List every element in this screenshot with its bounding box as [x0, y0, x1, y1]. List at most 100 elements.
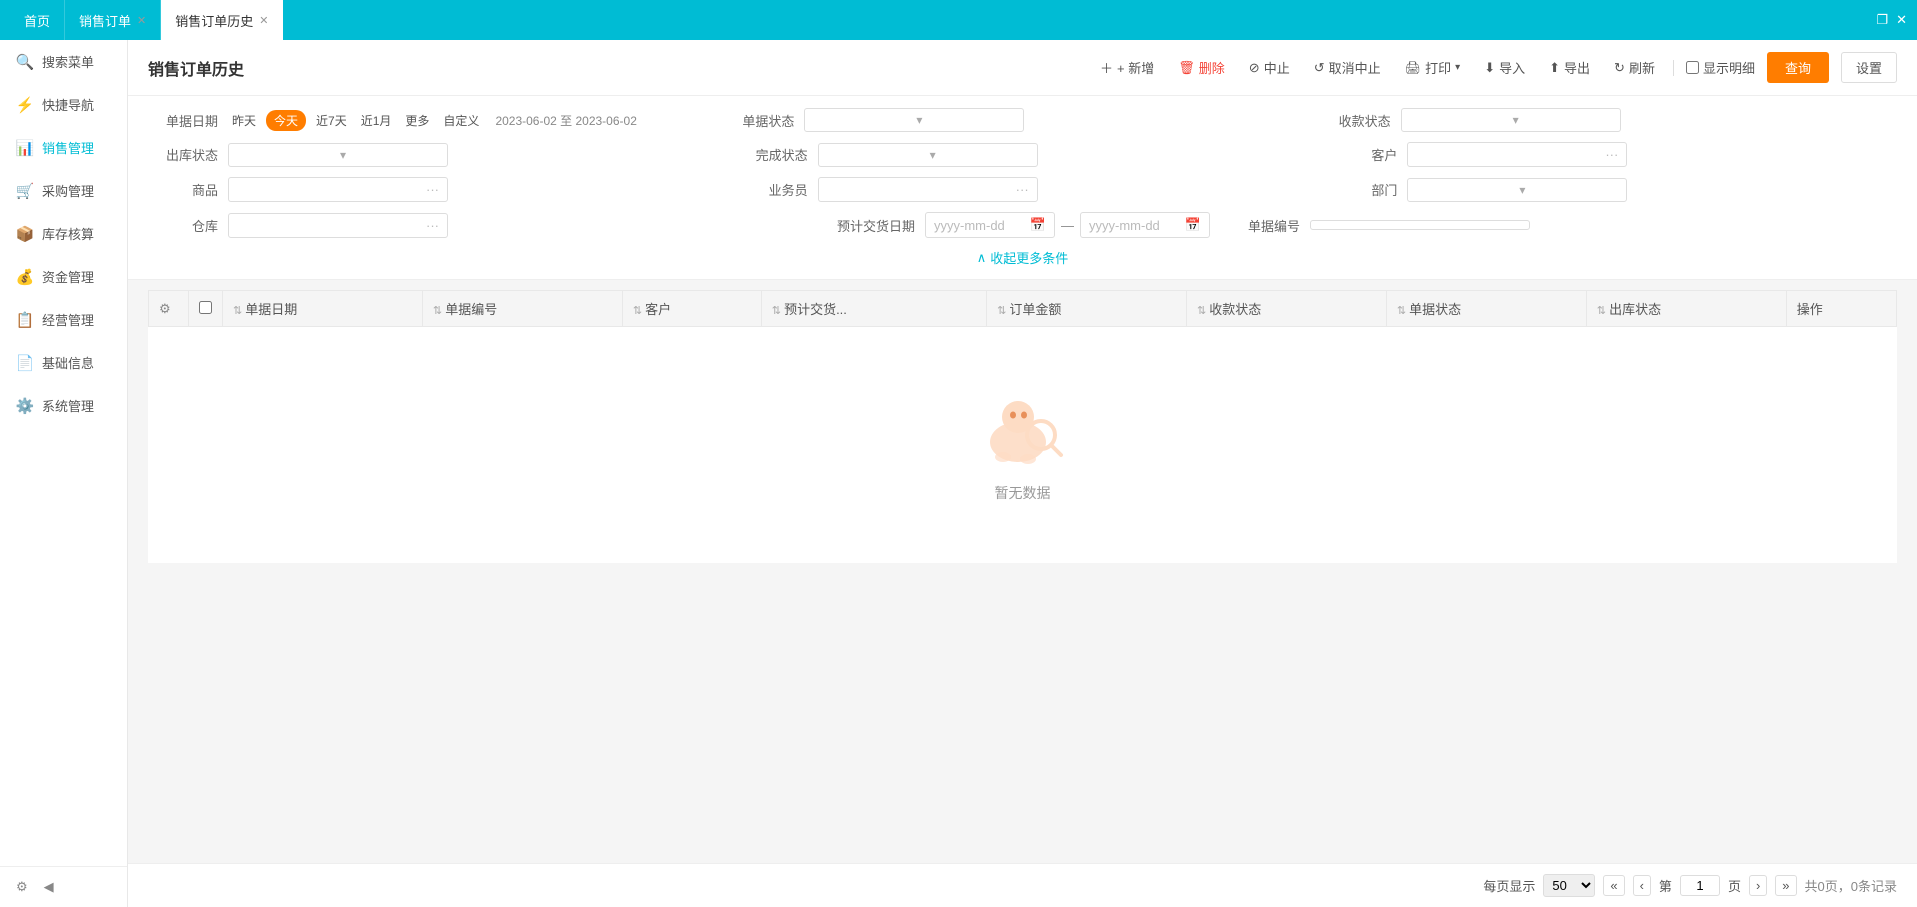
product-select[interactable]: ···: [228, 177, 448, 202]
customer-select[interactable]: ···: [1407, 142, 1627, 167]
sidebar-item-system[interactable]: ⚙️ 系统管理: [0, 384, 127, 427]
bill-number-label: 单据编号: [1230, 216, 1310, 235]
th-bill-date[interactable]: 单据日期: [223, 291, 423, 327]
data-table: ⚙ 单据日期 单据编号 客户: [148, 290, 1897, 563]
sidebar-item-operations[interactable]: 📋 经营管理: [0, 298, 127, 341]
page-unit: 页: [1728, 876, 1741, 895]
prev-page-button[interactable]: ‹: [1633, 875, 1651, 896]
purchase-icon: 🛒: [16, 182, 34, 200]
close-sales-order-tab[interactable]: ✕: [137, 14, 146, 27]
close-sales-order-history-tab[interactable]: ✕: [259, 14, 268, 27]
page-label: 第: [1659, 876, 1672, 895]
top-bar-right: ❐ ✕: [1876, 12, 1907, 28]
last-page-button[interactable]: »: [1775, 875, 1796, 896]
sidebar-item-inventory[interactable]: 📦 库存核算: [0, 212, 127, 255]
th-checkbox[interactable]: [189, 291, 223, 327]
next-page-button[interactable]: ›: [1749, 875, 1767, 896]
refresh-icon: ↻: [1614, 60, 1625, 76]
query-button[interactable]: 查询: [1767, 52, 1829, 83]
import-button[interactable]: ⬇ 导入: [1478, 54, 1531, 81]
th-bill-number[interactable]: 单据编号: [422, 291, 622, 327]
cancel-stop-button[interactable]: ↺ 取消中止: [1308, 54, 1387, 81]
department-arrow: ▾: [1519, 183, 1618, 197]
total-info: 共0页，0条记录: [1805, 876, 1897, 895]
salesperson-field: ···: [818, 177, 1308, 202]
collapse-row[interactable]: ∧ 收起更多条件: [148, 248, 1897, 267]
date-tab-today[interactable]: 今天: [266, 110, 306, 131]
layout: 🔍 搜索菜单 ⚡ 快捷导航 📊 销售管理 🛒 采购管理 📦 库存核算 💰 资金管…: [0, 40, 1917, 907]
th-receipt-status[interactable]: 收款状态: [1186, 291, 1386, 327]
export-button[interactable]: ⬆ 导出: [1543, 54, 1596, 81]
sales-icon: 📊: [16, 139, 34, 157]
first-page-button[interactable]: «: [1603, 875, 1624, 896]
date-tab-7days[interactable]: 近7天: [312, 110, 351, 131]
import-icon: ⬇: [1484, 60, 1495, 76]
sidebar-collapse-icon[interactable]: ◀: [44, 879, 54, 895]
sidebar-item-sales[interactable]: 📊 销售管理: [0, 126, 127, 169]
th-settings[interactable]: ⚙: [149, 291, 189, 327]
page-input[interactable]: [1680, 875, 1720, 896]
sidebar-item-operations-label: 经营管理: [42, 310, 94, 329]
cancel-stop-label: 取消中止: [1329, 58, 1381, 77]
outbound-status-select[interactable]: ▾: [228, 143, 448, 167]
bill-number-field: [1310, 220, 1897, 230]
sidebar-item-search[interactable]: 🔍 搜索菜单: [0, 40, 127, 83]
department-select[interactable]: ▾: [1407, 178, 1627, 202]
date-tab-yesterday[interactable]: 昨天: [228, 110, 260, 131]
sidebar-item-system-label: 系统管理: [42, 396, 94, 415]
th-order-amount[interactable]: 订单金额: [987, 291, 1187, 327]
per-page-select[interactable]: 10 20 50 100: [1543, 874, 1595, 897]
settings-button[interactable]: 设置: [1841, 52, 1897, 83]
table-settings-icon[interactable]: ⚙: [159, 301, 171, 316]
print-button[interactable]: 🖨 打印 ▾: [1399, 54, 1467, 81]
warehouse-label: 仓库: [148, 216, 228, 235]
sidebar-item-basic-info-label: 基础信息: [42, 353, 94, 372]
date-tab-custom[interactable]: 自定义: [439, 110, 483, 131]
th-outbound-status[interactable]: 出库状态: [1586, 291, 1786, 327]
tab-home[interactable]: 首页: [10, 0, 65, 40]
bill-status-select[interactable]: ▾: [804, 108, 1024, 132]
th-expected-delivery[interactable]: 预计交货...: [761, 291, 986, 327]
stop-button[interactable]: ⊘ 中止: [1243, 54, 1296, 81]
sidebar-item-purchase[interactable]: 🛒 采购管理: [0, 169, 127, 212]
pagination: 每页显示 10 20 50 100 « ‹ 第 页 › » 共0页，0条记录: [128, 863, 1917, 907]
new-button[interactable]: ＋ + 新增: [1094, 54, 1160, 81]
tab-sales-order-history[interactable]: 销售订单历史 ✕: [161, 0, 283, 40]
display-detail-checkbox-label[interactable]: 显示明细: [1686, 58, 1755, 77]
delivery-date-start-input[interactable]: yyyy-mm-dd 📅: [925, 212, 1055, 238]
sidebar-item-basic-info[interactable]: 📄 基础信息: [0, 341, 127, 384]
th-operation-label: 操作: [1797, 302, 1823, 317]
sidebar-item-finance[interactable]: 💰 资金管理: [0, 255, 127, 298]
delivery-date-start-calendar-icon[interactable]: 📅: [1030, 217, 1046, 233]
salesperson-select[interactable]: ···: [818, 177, 1038, 202]
th-customer[interactable]: 客户: [622, 291, 761, 327]
refresh-button[interactable]: ↻ 刷新: [1608, 54, 1661, 81]
select-all-checkbox[interactable]: [199, 301, 212, 314]
delivery-date-end-input[interactable]: yyyy-mm-dd 📅: [1080, 212, 1210, 238]
complete-status-label: 完成状态: [738, 145, 818, 164]
receipt-status-select[interactable]: ▾: [1401, 108, 1621, 132]
print-label: 打印: [1425, 58, 1451, 77]
warehouse-select[interactable]: ···: [228, 213, 448, 238]
display-detail-checkbox[interactable]: [1686, 61, 1699, 74]
filter-row-2: 出库状态 ▾ 完成状态 ▾ 客户: [148, 142, 1897, 167]
complete-status-select[interactable]: ▾: [818, 143, 1038, 167]
delete-button[interactable]: 🗑 删除: [1172, 54, 1231, 81]
sidebar-settings-icon[interactable]: ⚙: [16, 879, 28, 895]
sidebar-item-quick-nav[interactable]: ⚡ 快捷导航: [0, 83, 127, 126]
delivery-date-end-calendar-icon[interactable]: 📅: [1185, 217, 1201, 233]
bill-number-input[interactable]: [1310, 220, 1530, 230]
tab-sales-order[interactable]: 销售订单 ✕: [65, 0, 161, 40]
th-bill-status[interactable]: 单据状态: [1386, 291, 1586, 327]
restore-button[interactable]: ❐: [1876, 12, 1888, 28]
date-tab-more[interactable]: 更多: [401, 110, 433, 131]
inventory-icon: 📦: [16, 225, 34, 243]
date-tab-1month[interactable]: 近1月: [357, 110, 396, 131]
close-window-button[interactable]: ✕: [1896, 12, 1907, 28]
quick-nav-icon: ⚡: [16, 96, 34, 114]
delete-icon: 🗑: [1178, 60, 1195, 76]
tab-home-label: 首页: [24, 11, 50, 30]
product-label: 商品: [148, 180, 228, 199]
th-bill-status-label: 单据状态: [1409, 302, 1461, 317]
receipt-status-field: ▾: [1401, 108, 1897, 132]
